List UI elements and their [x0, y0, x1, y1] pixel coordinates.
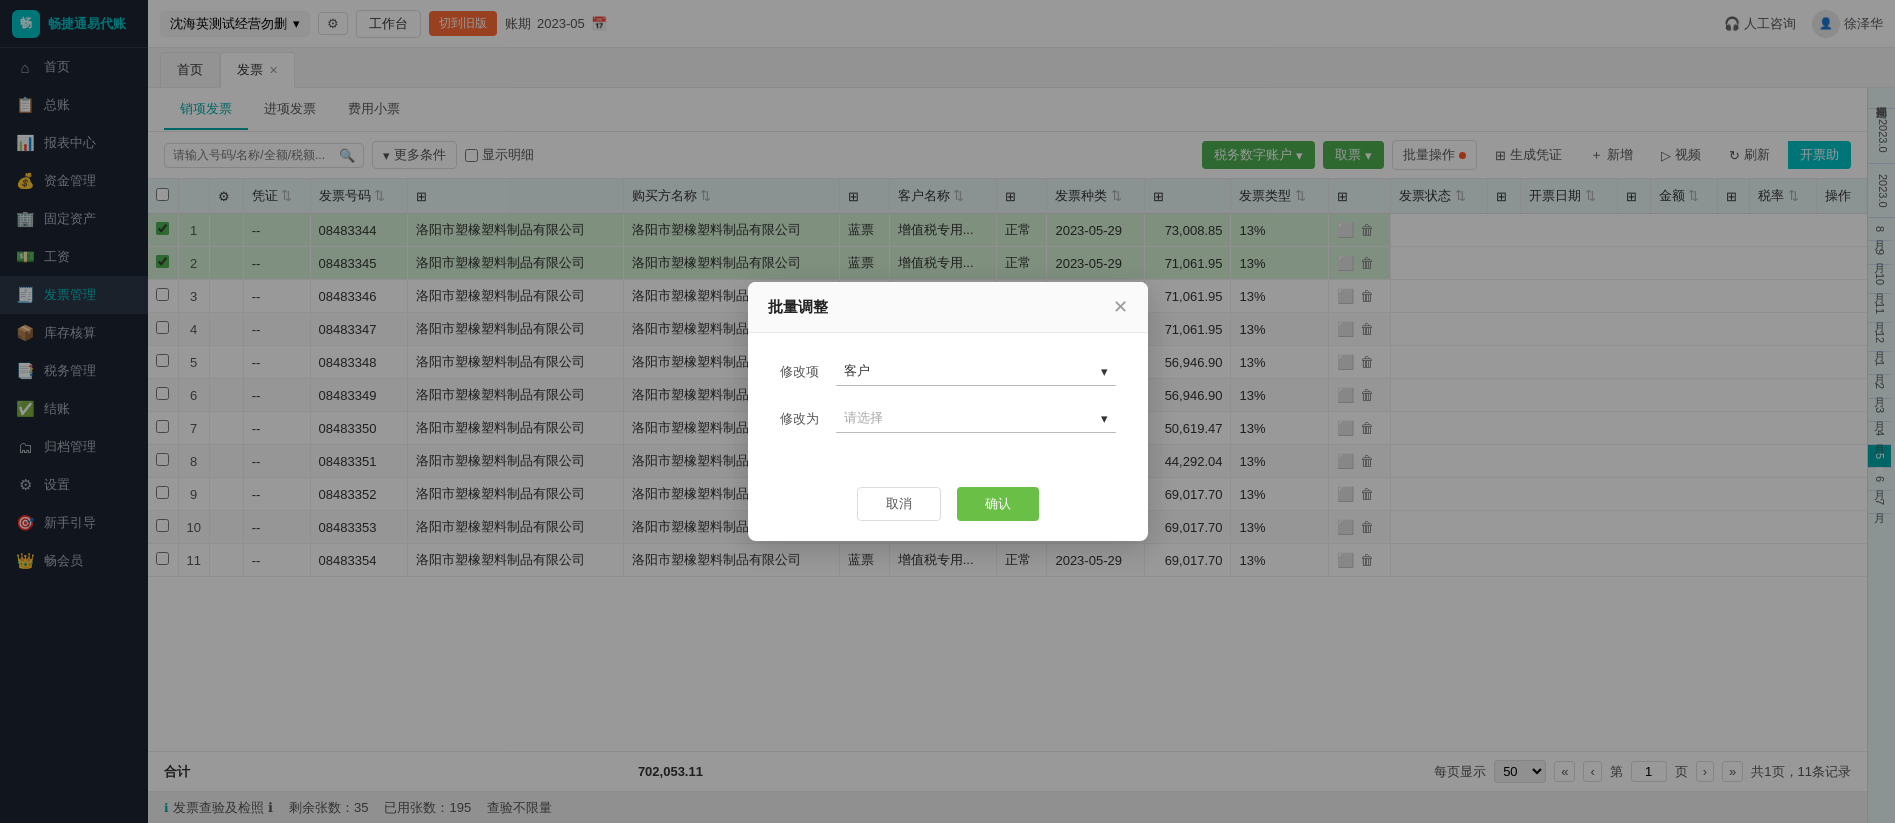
modal-cancel-button[interactable]: 取消	[857, 487, 941, 521]
modal-overlay[interactable]: 批量调整 ✕ 修改项 客户 ▾ 修改为 请选择 ▾ 取消 确认	[0, 0, 1895, 823]
chevron-down-icon: ▾	[1101, 411, 1108, 426]
modal-header: 批量调整 ✕	[748, 282, 1148, 333]
modal-confirm-button[interactable]: 确认	[957, 487, 1039, 521]
modify-to-select[interactable]: 请选择 ▾	[836, 404, 1116, 433]
modify-field-select[interactable]: 客户 ▾	[836, 357, 1116, 386]
modal-title: 批量调整	[768, 298, 828, 317]
chevron-down-icon: ▾	[1101, 364, 1108, 379]
modal-footer: 取消 确认	[748, 475, 1148, 541]
modify-to-label: 修改为	[780, 410, 836, 428]
modal-modify-to-row: 修改为 请选择 ▾	[780, 404, 1116, 433]
modify-field-label: 修改项	[780, 363, 836, 381]
modal-body: 修改项 客户 ▾ 修改为 请选择 ▾	[748, 333, 1148, 475]
modal-modify-field-row: 修改项 客户 ▾	[780, 357, 1116, 386]
modal-close-button[interactable]: ✕	[1113, 296, 1128, 318]
batch-adjust-modal: 批量调整 ✕ 修改项 客户 ▾ 修改为 请选择 ▾ 取消 确认	[748, 282, 1148, 541]
